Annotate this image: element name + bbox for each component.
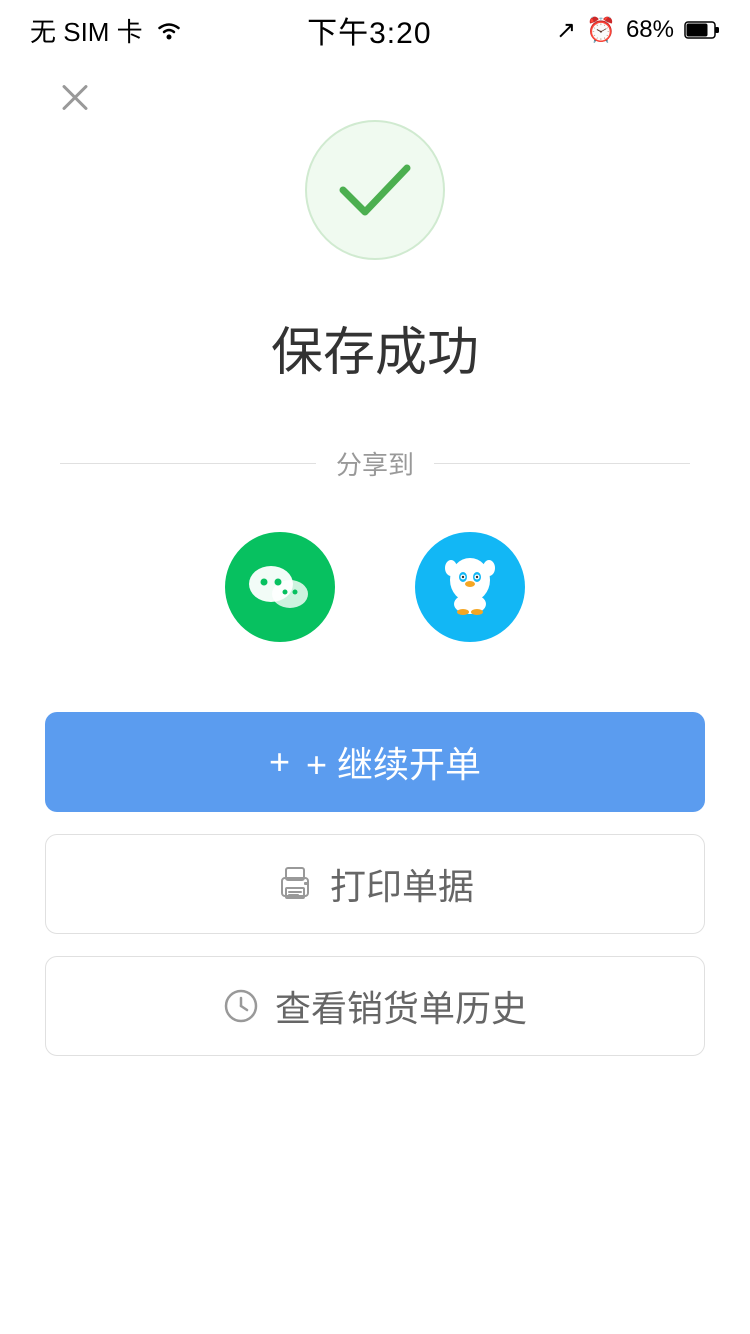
wechat-share-button[interactable] xyxy=(225,532,335,642)
share-label: 分享到 xyxy=(316,445,434,482)
alarm-icon: ⏰ xyxy=(586,16,616,45)
share-icons-container xyxy=(225,532,525,642)
continue-icon: + xyxy=(269,741,290,783)
print-label: 打印单据 xyxy=(330,858,474,910)
status-time: 下午3:20 xyxy=(307,8,431,52)
battery-icon xyxy=(684,20,720,40)
success-title: 保存成功 xyxy=(271,310,479,385)
success-circle xyxy=(305,120,445,260)
share-divider: 分享到 xyxy=(0,445,750,482)
status-bar: 无 SIM 卡 下午3:20 ↗ ⏰ 68% xyxy=(0,0,750,60)
continue-order-button[interactable]: + + 继续开单 xyxy=(45,712,705,812)
print-button[interactable]: 打印单据 xyxy=(45,834,705,934)
qq-icon xyxy=(441,552,499,622)
history-label: 查看销货单历史 xyxy=(275,980,527,1032)
status-right: ↗ ⏰ 68% xyxy=(556,16,720,45)
wechat-icon xyxy=(246,558,314,616)
status-left: 无 SIM 卡 xyxy=(30,12,183,49)
main-content: 保存成功 分享到 xyxy=(0,60,750,1056)
qq-share-button[interactable] xyxy=(415,532,525,642)
continue-label: + 继续开单 xyxy=(306,736,481,788)
carrier-text: 无 SIM 卡 xyxy=(30,12,143,49)
checkmark-icon xyxy=(335,160,415,220)
printer-icon xyxy=(276,866,314,902)
divider-line-left xyxy=(60,463,316,464)
history-icon xyxy=(223,988,259,1024)
divider-line-right xyxy=(434,463,690,464)
close-button[interactable] xyxy=(50,72,100,122)
location-icon: ↗ xyxy=(556,16,576,45)
action-buttons: + + 继续开单 打印单据 查看销货单历史 xyxy=(0,712,750,1056)
history-button[interactable]: 查看销货单历史 xyxy=(45,956,705,1056)
battery-text: 68% xyxy=(626,16,674,44)
wifi-icon xyxy=(155,19,183,41)
